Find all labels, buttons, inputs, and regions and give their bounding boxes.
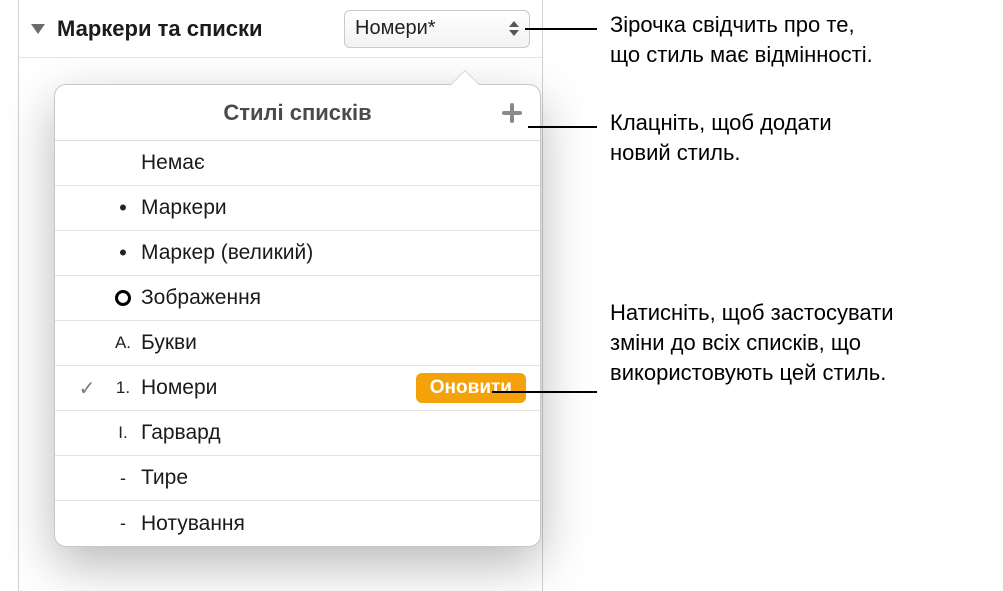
style-row[interactable]: -Нотування <box>55 501 540 546</box>
style-prefix-icon: • <box>105 195 141 221</box>
style-prefix-icon: - <box>105 468 141 489</box>
style-row[interactable]: Зображення <box>55 276 540 321</box>
style-row[interactable]: -Тире <box>55 456 540 501</box>
style-row-label: Немає <box>141 151 526 175</box>
style-row-label: Нотування <box>141 512 526 536</box>
disclosure-triangle-icon[interactable] <box>31 24 45 34</box>
style-row[interactable]: ✓1.НомериОновити <box>55 366 540 411</box>
style-row[interactable]: A.Букви <box>55 321 540 366</box>
style-prefix-icon: - <box>105 513 141 534</box>
style-row[interactable]: I.Гарвард <box>55 411 540 456</box>
callout-line <box>528 126 597 128</box>
update-style-button[interactable]: Оновити <box>416 373 526 403</box>
style-row-label: Маркери <box>141 196 526 220</box>
list-style-popup-value: Номери* <box>355 17 509 40</box>
style-row-label: Тире <box>141 466 526 490</box>
plus-icon <box>502 103 522 123</box>
style-row-label: Маркер (великий) <box>141 241 526 265</box>
style-row-label: Гарвард <box>141 421 526 445</box>
style-prefix-icon: I. <box>105 423 141 443</box>
style-row[interactable]: Немає <box>55 141 540 186</box>
format-panel: Маркери та списки Номери* Стилі списків … <box>18 0 543 591</box>
style-row[interactable]: •Маркер (великий) <box>55 231 540 276</box>
style-row-label: Номери <box>141 376 416 400</box>
style-row-label: Букви <box>141 331 526 355</box>
style-row-label: Зображення <box>141 286 526 310</box>
updown-arrows-icon <box>509 21 519 36</box>
bullets-lists-header: Маркери та списки Номери* <box>19 0 542 58</box>
style-prefix-icon: • <box>105 240 141 266</box>
checkmark-icon: ✓ <box>69 376 105 401</box>
callout-update: Натисніть, щоб застосувати зміни до всіх… <box>610 298 894 388</box>
style-row[interactable]: •Маркери <box>55 186 540 231</box>
callout-line <box>525 28 597 30</box>
style-list: Немає•Маркери•Маркер (великий)Зображення… <box>55 141 540 546</box>
callout-line <box>492 391 597 393</box>
section-title: Маркери та списки <box>57 16 344 42</box>
style-prefix-icon: A. <box>105 333 141 353</box>
list-styles-popover: Стилі списків Немає•Маркери•Маркер (вели… <box>54 84 541 547</box>
list-style-popup[interactable]: Номери* <box>344 10 530 48</box>
popover-title: Стилі списків <box>223 100 371 126</box>
popover-header: Стилі списків <box>55 85 540 141</box>
style-prefix-icon <box>105 290 141 306</box>
style-prefix-icon: 1. <box>105 378 141 398</box>
callout-asterisk: Зірочка свідчить про те, що стиль має ві… <box>610 10 873 70</box>
callout-add: Клацніть, щоб додати новий стиль. <box>610 108 832 168</box>
add-style-button[interactable] <box>498 99 526 127</box>
